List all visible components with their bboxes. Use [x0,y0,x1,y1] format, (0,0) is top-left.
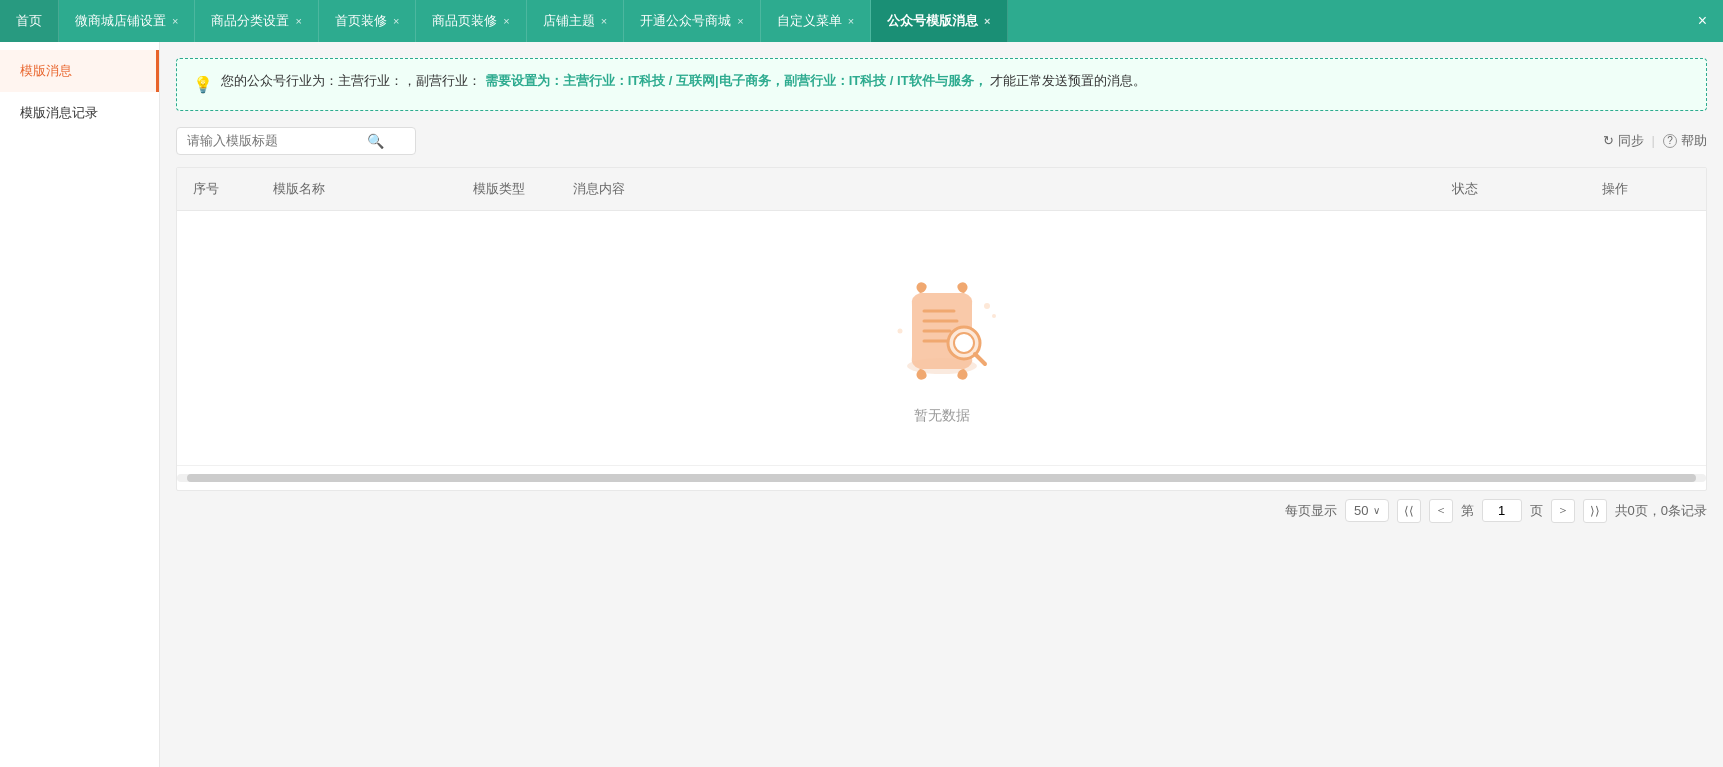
search-input[interactable] [187,133,367,148]
col-content: 消息内容 [557,168,1436,211]
notice-banner: 💡 您的公众号行业为：主营行业：，副营行业： 需要设置为：主营行业：IT科技 /… [176,58,1707,111]
svg-line-7 [975,354,985,364]
tab-open-shop[interactable]: 开通公众号商城 × [624,0,760,42]
tab-close-product-decor[interactable]: × [503,15,509,27]
empty-state-cell: 暂无数据 [177,210,1706,465]
notice-suffix: 才能正常发送预置的消息。 [990,73,1146,88]
search-row: 🔍 ↻ 同步 | ? 帮助 [176,127,1707,155]
sidebar-item-template-message[interactable]: 模版消息 [0,50,159,92]
tab-close-wechat-shop[interactable]: × [172,15,178,27]
svg-point-6 [954,333,974,353]
sync-icon: ↻ [1603,133,1614,148]
search-icon[interactable]: 🔍 [367,133,384,149]
table-container: 序号 模版名称 模版类型 消息内容 状态 操作 [176,167,1707,491]
sidebar: 模版消息 模版消息记录 [0,42,160,767]
pagination-row: 每页显示 50 ∨ ⟨⟨ ＜ 第 页 ＞ ⟩⟩ 共0页，0条记录 [176,499,1707,523]
empty-text: 暂无数据 [914,407,970,425]
notice-highlight: 需要设置为：主营行业：IT科技 / 互联网|电子商务，副营行业：IT科技 / I… [485,73,987,88]
page-size-value: 50 [1354,503,1368,518]
tab-home-decor[interactable]: 首页装修 × [319,0,416,42]
col-action: 操作 [1586,168,1706,211]
close-all-tabs-button[interactable]: × [1682,12,1723,30]
tab-store-theme[interactable]: 店铺主题 × [527,0,624,42]
tab-close-store-theme[interactable]: × [601,15,607,27]
tab-close-product-category[interactable]: × [295,15,301,27]
notice-prefix: 您的公众号行业为：主营行业：，副营行业： [221,73,481,88]
col-seq: 序号 [177,168,257,211]
main-layout: 模版消息 模版消息记录 💡 您的公众号行业为：主营行业：，副营行业： 需要设置为… [0,42,1723,767]
svg-point-9 [992,314,996,318]
col-type: 模版类型 [457,168,557,211]
tab-template-msg[interactable]: 公众号模版消息 × [871,0,1007,42]
tab-bar: 首页 微商城店铺设置 × 商品分类设置 × 首页装修 × 商品页装修 × 店铺主… [0,0,1723,42]
col-status: 状态 [1436,168,1586,211]
help-label: 帮助 [1681,132,1707,150]
sync-label: 同步 [1618,132,1644,150]
page-size-label: 每页显示 [1285,502,1337,520]
total-label: 共0页，0条记录 [1615,502,1707,520]
empty-state-illustration [882,271,1002,391]
tab-close-home-decor[interactable]: × [393,15,399,27]
search-box: 🔍 [176,127,416,155]
tab-close-template-msg[interactable]: × [984,15,990,27]
svg-point-10 [897,328,902,333]
prev-page-button[interactable]: ＜ [1429,499,1453,523]
help-button[interactable]: ? 帮助 [1663,132,1707,150]
empty-state-row: 暂无数据 [177,210,1706,465]
tab-close-open-shop[interactable]: × [737,15,743,27]
sidebar-item-template-record[interactable]: 模版消息记录 [0,92,159,134]
empty-state: 暂无数据 [177,211,1706,465]
chevron-down-icon: ∨ [1373,505,1380,516]
toolbar-right: ↻ 同步 | ? 帮助 [1603,132,1707,150]
col-name: 模版名称 [257,168,457,211]
tab-custom-menu[interactable]: 自定义菜单 × [761,0,871,42]
page-prefix: 第 [1461,502,1474,520]
svg-point-8 [984,303,990,309]
bulb-icon: 💡 [193,72,213,98]
horizontal-scrollbar[interactable] [177,474,1706,482]
first-page-button[interactable]: ⟨⟨ [1397,499,1421,523]
data-table: 序号 模版名称 模版类型 消息内容 状态 操作 [177,168,1706,466]
tab-wechat-shop[interactable]: 微商城店铺设置 × [59,0,195,42]
tab-close-custom-menu[interactable]: × [848,15,854,27]
scrollbar-thumb[interactable] [187,474,1696,482]
tab-product-category[interactable]: 商品分类设置 × [195,0,318,42]
last-page-button[interactable]: ⟩⟩ [1583,499,1607,523]
content-area: 💡 您的公众号行业为：主营行业：，副营行业： 需要设置为：主营行业：IT科技 /… [160,42,1723,767]
help-icon: ? [1663,134,1677,148]
current-page-input[interactable] [1482,499,1522,522]
table-header-row: 序号 模版名称 模版类型 消息内容 状态 操作 [177,168,1706,211]
tab-product-decor[interactable]: 商品页装修 × [416,0,526,42]
page-size-select[interactable]: 50 ∨ [1345,499,1388,522]
page-unit: 页 [1530,502,1543,520]
tab-home[interactable]: 首页 [0,0,59,42]
sync-button[interactable]: ↻ 同步 [1603,132,1644,150]
toolbar-divider: | [1652,133,1655,148]
next-page-button[interactable]: ＞ [1551,499,1575,523]
